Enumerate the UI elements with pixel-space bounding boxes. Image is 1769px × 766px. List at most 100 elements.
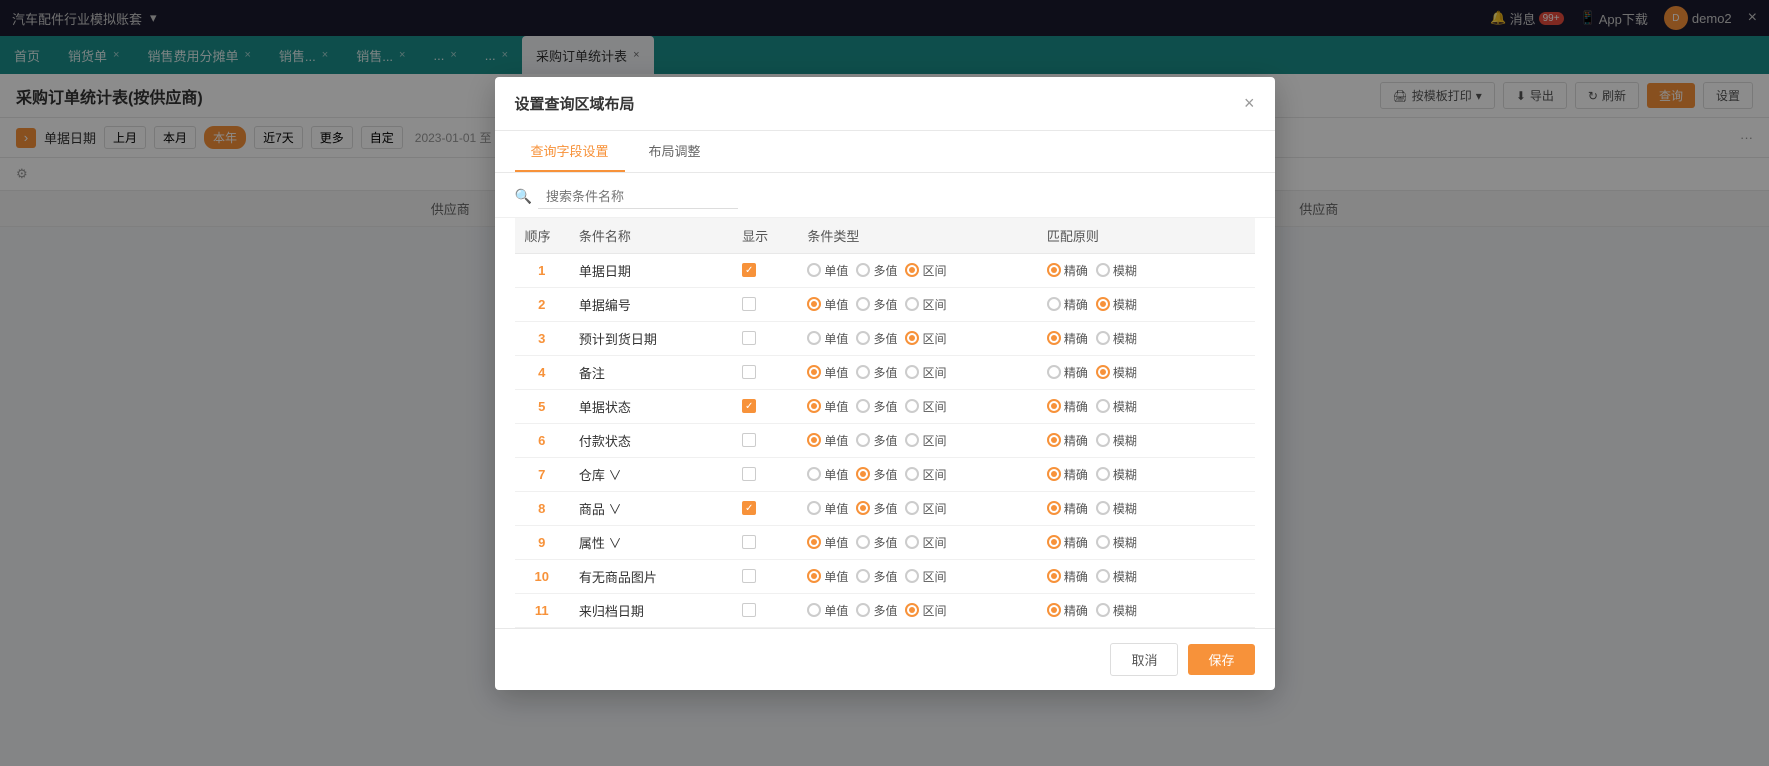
match-option-模糊[interactable]: 模糊 bbox=[1096, 432, 1137, 449]
type-option-区间[interactable]: 区间 bbox=[905, 568, 946, 585]
dialog-close-button[interactable]: × bbox=[1244, 93, 1255, 114]
cell-order: 7 bbox=[515, 457, 569, 491]
th-name: 条件名称 bbox=[569, 218, 732, 254]
dialog-tab-layout[interactable]: 布局调整 bbox=[633, 131, 717, 172]
type-option-单值[interactable]: 单值 bbox=[807, 602, 848, 619]
type-option-区间[interactable]: 区间 bbox=[905, 262, 946, 279]
show-checkbox-2[interactable] bbox=[742, 297, 756, 311]
cell-show[interactable]: ✓ bbox=[732, 389, 797, 423]
match-option-模糊[interactable]: 模糊 bbox=[1096, 534, 1137, 551]
cell-show[interactable] bbox=[732, 287, 797, 321]
cell-type: 单值多值区间 bbox=[797, 559, 1036, 593]
match-option-精确[interactable]: 精确 bbox=[1047, 398, 1088, 415]
cell-show[interactable] bbox=[732, 423, 797, 457]
table-row: 8商品 ∨✓单值多值区间精确模糊 bbox=[515, 491, 1255, 525]
search-input[interactable] bbox=[538, 185, 738, 209]
type-option-多值[interactable]: 多值 bbox=[856, 262, 897, 279]
match-option-精确[interactable]: 精确 bbox=[1047, 466, 1088, 483]
th-type: 条件类型 bbox=[797, 218, 1036, 254]
th-show: 显示 bbox=[732, 218, 797, 254]
cell-type: 单值多值区间 bbox=[797, 253, 1036, 287]
cell-name: 备注 bbox=[569, 355, 732, 389]
type-option-区间[interactable]: 区间 bbox=[905, 296, 946, 313]
type-option-单值[interactable]: 单值 bbox=[807, 568, 848, 585]
match-option-精确[interactable]: 精确 bbox=[1047, 602, 1088, 619]
show-checkbox-5[interactable]: ✓ bbox=[742, 399, 756, 413]
match-option-模糊[interactable]: 模糊 bbox=[1096, 296, 1137, 313]
show-checkbox-7[interactable] bbox=[742, 467, 756, 481]
show-checkbox-4[interactable] bbox=[742, 365, 756, 379]
type-option-单值[interactable]: 单值 bbox=[807, 330, 848, 347]
match-option-模糊[interactable]: 模糊 bbox=[1096, 568, 1137, 585]
type-option-区间[interactable]: 区间 bbox=[905, 398, 946, 415]
save-button[interactable]: 保存 bbox=[1188, 644, 1254, 675]
type-option-多值[interactable]: 多值 bbox=[856, 432, 897, 449]
cell-show[interactable] bbox=[732, 355, 797, 389]
match-option-模糊[interactable]: 模糊 bbox=[1096, 262, 1137, 279]
cell-show[interactable]: ✓ bbox=[732, 253, 797, 287]
match-option-模糊[interactable]: 模糊 bbox=[1096, 466, 1137, 483]
match-option-模糊[interactable]: 模糊 bbox=[1096, 364, 1137, 381]
type-option-区间[interactable]: 区间 bbox=[905, 330, 946, 347]
cell-show[interactable] bbox=[732, 559, 797, 593]
table-row: 2单据编号单值多值区间精确模糊 bbox=[515, 287, 1255, 321]
type-option-单值[interactable]: 单值 bbox=[807, 500, 848, 517]
settings-dialog: 设置查询区域布局 × 查询字段设置 布局调整 🔍 顺序 条件名称 bbox=[495, 77, 1275, 690]
cell-show[interactable] bbox=[732, 321, 797, 355]
match-option-模糊[interactable]: 模糊 bbox=[1096, 330, 1137, 347]
type-option-区间[interactable]: 区间 bbox=[905, 500, 946, 517]
match-option-精确[interactable]: 精确 bbox=[1047, 500, 1088, 517]
cancel-button[interactable]: 取消 bbox=[1110, 643, 1178, 676]
table-row: 6付款状态单值多值区间精确模糊 bbox=[515, 423, 1255, 457]
cell-show[interactable] bbox=[732, 457, 797, 491]
match-option-精确[interactable]: 精确 bbox=[1047, 330, 1088, 347]
type-option-单值[interactable]: 单值 bbox=[807, 432, 848, 449]
match-option-精确[interactable]: 精确 bbox=[1047, 432, 1088, 449]
show-checkbox-1[interactable]: ✓ bbox=[742, 263, 756, 277]
cell-type: 单值多值区间 bbox=[797, 457, 1036, 491]
type-option-单值[interactable]: 单值 bbox=[807, 398, 848, 415]
show-checkbox-10[interactable] bbox=[742, 569, 756, 583]
match-option-模糊[interactable]: 模糊 bbox=[1096, 602, 1137, 619]
type-option-区间[interactable]: 区间 bbox=[905, 466, 946, 483]
type-option-多值[interactable]: 多值 bbox=[856, 568, 897, 585]
type-option-单值[interactable]: 单值 bbox=[807, 262, 848, 279]
match-option-精确[interactable]: 精确 bbox=[1047, 568, 1088, 585]
type-option-单值[interactable]: 单值 bbox=[807, 364, 848, 381]
show-checkbox-9[interactable] bbox=[742, 535, 756, 549]
type-option-多值[interactable]: 多值 bbox=[856, 500, 897, 517]
cell-match: 精确模糊 bbox=[1037, 253, 1255, 287]
type-option-区间[interactable]: 区间 bbox=[905, 432, 946, 449]
type-option-区间[interactable]: 区间 bbox=[905, 602, 946, 619]
show-checkbox-8[interactable]: ✓ bbox=[742, 501, 756, 515]
type-option-区间[interactable]: 区间 bbox=[905, 534, 946, 551]
type-option-多值[interactable]: 多值 bbox=[856, 364, 897, 381]
cell-show[interactable] bbox=[732, 525, 797, 559]
show-checkbox-11[interactable] bbox=[742, 603, 756, 617]
cell-show[interactable]: ✓ bbox=[732, 491, 797, 525]
match-option-模糊[interactable]: 模糊 bbox=[1096, 500, 1137, 517]
match-option-精确[interactable]: 精确 bbox=[1047, 296, 1088, 313]
match-option-精确[interactable]: 精确 bbox=[1047, 262, 1088, 279]
type-option-多值[interactable]: 多值 bbox=[856, 534, 897, 551]
type-option-多值[interactable]: 多值 bbox=[856, 330, 897, 347]
match-option-模糊[interactable]: 模糊 bbox=[1096, 398, 1137, 415]
type-option-多值[interactable]: 多值 bbox=[856, 398, 897, 415]
cell-name: 单据状态 bbox=[569, 389, 732, 423]
cell-type: 单值多值区间 bbox=[797, 287, 1036, 321]
type-option-多值[interactable]: 多值 bbox=[856, 296, 897, 313]
dialog-tab-fields[interactable]: 查询字段设置 bbox=[515, 131, 625, 172]
type-option-单值[interactable]: 单值 bbox=[807, 534, 848, 551]
show-checkbox-3[interactable] bbox=[742, 331, 756, 345]
type-option-单值[interactable]: 单值 bbox=[807, 466, 848, 483]
match-option-精确[interactable]: 精确 bbox=[1047, 364, 1088, 381]
cell-type: 单值多值区间 bbox=[797, 321, 1036, 355]
type-option-单值[interactable]: 单值 bbox=[807, 296, 848, 313]
show-checkbox-6[interactable] bbox=[742, 433, 756, 447]
cell-match: 精确模糊 bbox=[1037, 355, 1255, 389]
type-option-区间[interactable]: 区间 bbox=[905, 364, 946, 381]
type-option-多值[interactable]: 多值 bbox=[856, 602, 897, 619]
cell-show[interactable] bbox=[732, 593, 797, 627]
match-option-精确[interactable]: 精确 bbox=[1047, 534, 1088, 551]
type-option-多值[interactable]: 多值 bbox=[856, 466, 897, 483]
